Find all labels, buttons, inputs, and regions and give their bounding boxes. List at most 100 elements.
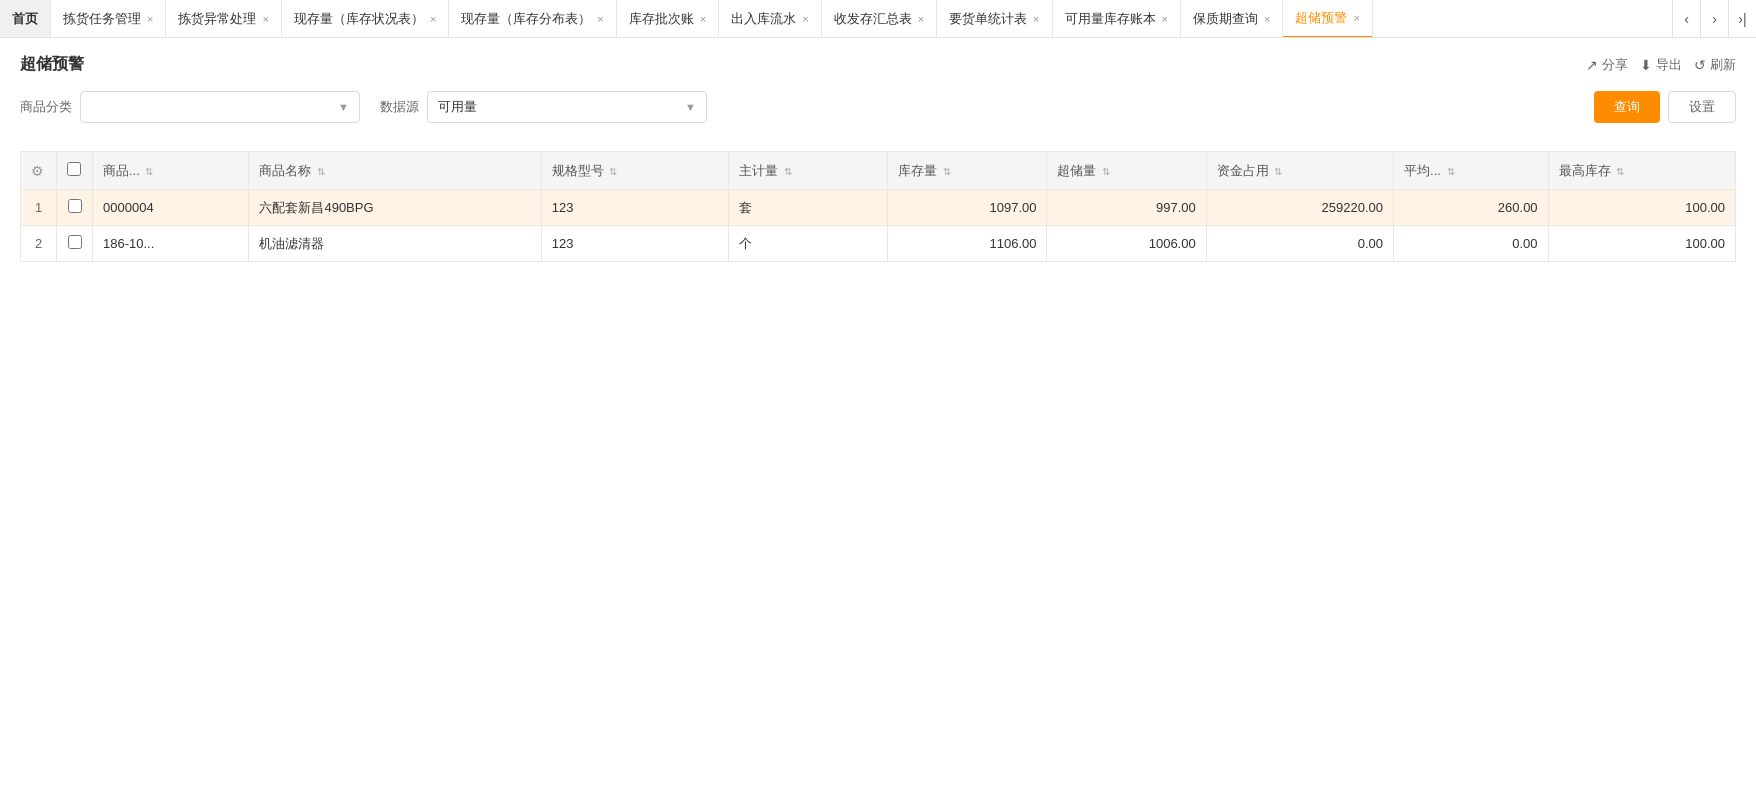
row-checkbox-cell xyxy=(57,226,93,262)
nav-tab-jianhuorenwu[interactable]: 拣货任务管理 × xyxy=(51,0,166,38)
table-body: 1 0000004 六配套新昌490BPG 123 套 1097.00 997.… xyxy=(21,190,1736,262)
row-capital: 259220.00 xyxy=(1206,190,1393,226)
close-icon[interactable]: × xyxy=(597,13,603,25)
filter-row: 商品分类 ▼ 数据源 可用量 ▼ xyxy=(20,91,707,123)
table-header-row: 商品... ⇅ 商品名称 ⇅ 规格型号 ⇅ 主计量 ⇅ 库存量 ⇅ xyxy=(21,152,1736,190)
chevron-down-icon: ▼ xyxy=(685,101,696,113)
nav-next-icon[interactable]: › xyxy=(1700,0,1728,38)
page-content: 超储预警 ↗ 分享 ⬇ 导出 ↺ 刷新 商品分类 ▼ xyxy=(0,38,1756,800)
close-icon[interactable]: × xyxy=(430,13,436,25)
th-unit[interactable]: 主计量 ⇅ xyxy=(729,152,888,190)
page-title: 超储预警 xyxy=(20,54,84,75)
header-actions: ↗ 分享 ⬇ 导出 ↺ 刷新 xyxy=(1586,56,1736,74)
nav-prev-icon[interactable]: ‹ xyxy=(1672,0,1700,38)
nav-scroll-arrows: ‹ › ›| xyxy=(1672,0,1756,38)
th-product-name[interactable]: 商品名称 ⇅ xyxy=(249,152,541,190)
row-avg: 0.00 xyxy=(1394,226,1549,262)
setting-button[interactable]: 设置 xyxy=(1668,91,1736,123)
th-gear xyxy=(21,152,57,190)
table-row: 2 186-10... 机油滤清器 123 个 1106.00 1006.00 … xyxy=(21,226,1736,262)
chevron-down-icon: ▼ xyxy=(338,101,349,113)
close-icon[interactable]: × xyxy=(1264,13,1270,25)
row-checkbox-cell xyxy=(57,190,93,226)
nav-tab-baozhi-chaxun[interactable]: 保质期查询 × xyxy=(1181,0,1283,38)
nav-tab-shoufacun-huizong[interactable]: 收发存汇总表 × xyxy=(822,0,937,38)
sort-icon: ⇅ xyxy=(1102,166,1110,177)
th-overstock[interactable]: 超储量 ⇅ xyxy=(1047,152,1206,190)
close-icon[interactable]: × xyxy=(700,13,706,25)
export-icon: ⬇ xyxy=(1640,57,1652,73)
row-unit: 套 xyxy=(729,190,888,226)
row-unit: 个 xyxy=(729,226,888,262)
table-row: 1 0000004 六配套新昌490BPG 123 套 1097.00 997.… xyxy=(21,190,1736,226)
sort-icon: ⇅ xyxy=(317,166,325,177)
refresh-icon: ↺ xyxy=(1694,57,1706,73)
row-stock: 1106.00 xyxy=(888,226,1047,262)
select-all-checkbox[interactable] xyxy=(67,162,81,176)
row-stock: 1097.00 xyxy=(888,190,1047,226)
close-icon[interactable]: × xyxy=(1033,13,1039,25)
sort-icon: ⇅ xyxy=(1616,166,1624,177)
row-product-name: 六配套新昌490BPG xyxy=(249,190,541,226)
row-max-stock: 100.00 xyxy=(1548,190,1735,226)
share-button[interactable]: ↗ 分享 xyxy=(1586,56,1628,74)
nav-tab-xiancunliang-fenbiao[interactable]: 现存量（库存分布表） × xyxy=(449,0,616,38)
nav-tab-xiancunliang-kuangkuang[interactable]: 现存量（库存状况表） × xyxy=(282,0,449,38)
row-product-code: 0000004 xyxy=(93,190,249,226)
sort-icon: ⇅ xyxy=(1447,166,1455,177)
close-icon[interactable]: × xyxy=(147,13,153,25)
category-select[interactable]: ▼ xyxy=(80,91,360,123)
nav-tab-keyongliang-zhangben[interactable]: 可用量库存账本 × xyxy=(1053,0,1181,38)
row-max-stock: 100.00 xyxy=(1548,226,1735,262)
close-icon[interactable]: × xyxy=(262,13,268,25)
close-icon[interactable]: × xyxy=(1353,12,1359,24)
close-icon[interactable]: × xyxy=(802,13,808,25)
row-avg: 260.00 xyxy=(1394,190,1549,226)
close-icon[interactable]: × xyxy=(1162,13,1168,25)
row-number: 1 xyxy=(21,190,57,226)
sort-icon: ⇅ xyxy=(943,166,951,177)
row-checkbox[interactable] xyxy=(68,199,82,213)
row-number: 2 xyxy=(21,226,57,262)
th-avg[interactable]: 平均... ⇅ xyxy=(1394,152,1549,190)
row-spec: 123 xyxy=(541,226,728,262)
nav-more-icon[interactable]: ›| xyxy=(1728,0,1756,38)
sort-icon: ⇅ xyxy=(609,166,617,177)
sort-icon: ⇅ xyxy=(1274,166,1282,177)
nav-tab-kucun-pici[interactable]: 库存批次账 × xyxy=(617,0,719,38)
query-button[interactable]: 查询 xyxy=(1594,91,1660,123)
row-checkbox[interactable] xyxy=(68,235,82,249)
nav-tab-churuku-liushui[interactable]: 出入库流水 × xyxy=(719,0,821,38)
refresh-button[interactable]: ↺ 刷新 xyxy=(1694,56,1736,74)
th-stock[interactable]: 库存量 ⇅ xyxy=(888,152,1047,190)
close-icon[interactable]: × xyxy=(918,13,924,25)
row-product-code: 186-10... xyxy=(93,226,249,262)
row-capital: 0.00 xyxy=(1206,226,1393,262)
nav-home[interactable]: 首页 xyxy=(0,0,51,38)
nav-tab-chaochuyujing[interactable]: 超储预警 × xyxy=(1283,0,1372,38)
datasource-select[interactable]: 可用量 ▼ xyxy=(427,91,707,123)
action-buttons: 查询 设置 xyxy=(1594,91,1736,123)
row-product-name: 机油滤清器 xyxy=(249,226,541,262)
row-overstock: 997.00 xyxy=(1047,190,1206,226)
nav-tab-yaohuo-tongji[interactable]: 要货单统计表 × xyxy=(937,0,1052,38)
sort-icon: ⇅ xyxy=(784,166,792,177)
page-header: 超储预警 ↗ 分享 ⬇ 导出 ↺ 刷新 xyxy=(20,54,1736,75)
share-icon: ↗ xyxy=(1586,57,1598,73)
datasource-filter-item: 数据源 可用量 ▼ xyxy=(380,91,707,123)
nav-tab-jianhuo-yichang[interactable]: 拣货异常处理 × xyxy=(166,0,281,38)
th-max-stock[interactable]: 最高库存 ⇅ xyxy=(1548,152,1735,190)
export-button[interactable]: ⬇ 导出 xyxy=(1640,56,1682,74)
th-product-code[interactable]: 商品... ⇅ xyxy=(93,152,249,190)
category-label: 商品分类 xyxy=(20,98,72,116)
datasource-label: 数据源 xyxy=(380,98,419,116)
data-table: 商品... ⇅ 商品名称 ⇅ 规格型号 ⇅ 主计量 ⇅ 库存量 ⇅ xyxy=(20,151,1736,262)
top-navigation: 首页 拣货任务管理 × 拣货异常处理 × 现存量（库存状况表） × 现存量（库存… xyxy=(0,0,1756,38)
row-spec: 123 xyxy=(541,190,728,226)
th-capital[interactable]: 资金占用 ⇅ xyxy=(1206,152,1393,190)
sort-icon: ⇅ xyxy=(145,166,153,177)
gear-icon[interactable] xyxy=(31,164,44,179)
th-checkbox xyxy=(57,152,93,190)
th-spec[interactable]: 规格型号 ⇅ xyxy=(541,152,728,190)
row-overstock: 1006.00 xyxy=(1047,226,1206,262)
